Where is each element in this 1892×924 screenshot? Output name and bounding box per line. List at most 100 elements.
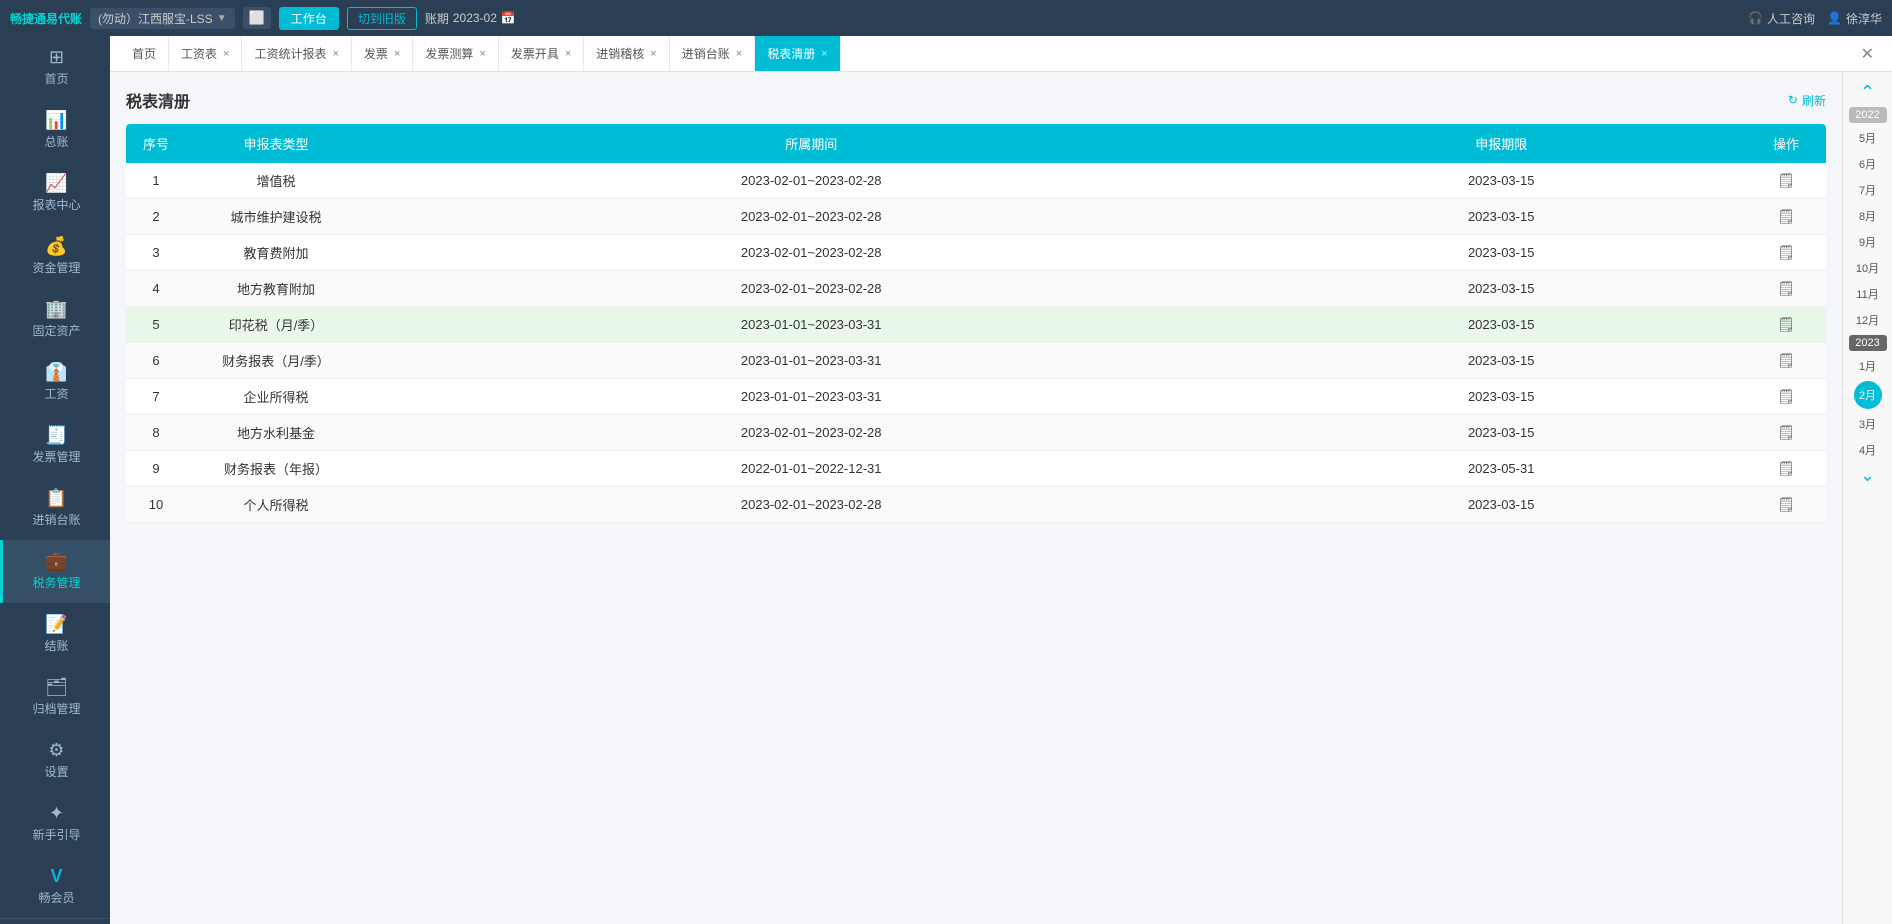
table-row: 3 教育费附加 2023-02-01~2023-02-28 2023-03-15… bbox=[126, 235, 1826, 271]
tab-invoice[interactable]: 发票 × bbox=[352, 36, 413, 72]
month-item-2022-10[interactable]: 10月 bbox=[1849, 256, 1887, 280]
tab-invoice-open-close[interactable]: × bbox=[565, 48, 571, 60]
tab-invoice-calc-close[interactable]: × bbox=[479, 48, 485, 60]
calendar-icon[interactable]: 📅 bbox=[501, 11, 516, 25]
sidebar-item-guide[interactable]: ✦ 新手引导 bbox=[0, 792, 110, 855]
sidebar-item-settle-label: 结账 bbox=[44, 637, 68, 654]
action-view-icon[interactable]: 🗒 bbox=[1777, 496, 1795, 512]
tab-purchase-ledger[interactable]: 进销台账 × bbox=[670, 36, 755, 72]
month-item-2023-2[interactable]: 2月 bbox=[1854, 381, 1882, 409]
right-panel: ⌃ 2022 5月 6月 7月 8月 9月 10月 11月 12月 2023 1… bbox=[1842, 72, 1892, 924]
top-bar-right: 🎧 人工咨询 👤 徐淳华 bbox=[1748, 10, 1882, 27]
cell-type: 增值税 bbox=[186, 163, 366, 199]
month-item-2023-1[interactable]: 1月 bbox=[1849, 354, 1887, 378]
human-consult[interactable]: 🎧 人工咨询 bbox=[1748, 10, 1815, 27]
month-item-2022-8[interactable]: 8月 bbox=[1849, 204, 1887, 228]
action-view-icon[interactable]: 🗒 bbox=[1777, 208, 1795, 224]
sidebar-item-home[interactable]: ⊞ 首页 bbox=[0, 36, 110, 99]
tab-purchase-check[interactable]: 进销稽核 × bbox=[584, 36, 669, 72]
sidebar-item-purchase[interactable]: 📋 进销台账 bbox=[0, 477, 110, 540]
tab-invoice-close[interactable]: × bbox=[394, 48, 400, 60]
tab-purchase-ledger-close[interactable]: × bbox=[736, 48, 742, 60]
month-item-2023-4[interactable]: 4月 bbox=[1849, 438, 1887, 462]
year-2023-label[interactable]: 2023 bbox=[1849, 335, 1887, 351]
sidebar-item-archive-label: 归档管理 bbox=[32, 700, 80, 717]
cell-action: 🗒 bbox=[1746, 379, 1826, 415]
cell-action: 🗒 bbox=[1746, 163, 1826, 199]
sidebar-item-ledger[interactable]: 📊 总账 bbox=[0, 99, 110, 162]
action-view-icon[interactable]: 🗒 bbox=[1777, 244, 1795, 260]
action-view-icon[interactable]: 🗒 bbox=[1777, 388, 1795, 404]
month-item-2022-12[interactable]: 12月 bbox=[1849, 308, 1887, 332]
scroll-down-button[interactable]: ⌄ bbox=[1858, 463, 1877, 488]
sidebar-item-archive[interactable]: 🗂 归档管理 bbox=[0, 666, 110, 729]
sidebar-item-guide-label: 新手引导 bbox=[32, 826, 80, 843]
table-row: 8 地方水利基金 2023-02-01~2023-02-28 2023-03-1… bbox=[126, 415, 1826, 451]
sidebar-item-report[interactable]: 📈 报表中心 bbox=[0, 162, 110, 225]
scroll-up-button[interactable]: ⌃ bbox=[1858, 80, 1877, 105]
sidebar-item-member[interactable]: V 畅会员 bbox=[0, 855, 110, 918]
sidebar: ⊞ 首页 📊 总账 📈 报表中心 💰 资金管理 🏢 固定资产 👔 工资 🧾 发票… bbox=[0, 36, 110, 924]
action-view-icon[interactable]: 🗒 bbox=[1777, 352, 1795, 368]
unpin-button[interactable]: ◁◁ 取消固定 bbox=[0, 918, 110, 924]
company-selector[interactable]: (勿动）江西服宝-LSS ▼ bbox=[90, 8, 235, 29]
action-view-icon[interactable]: 🗒 bbox=[1777, 280, 1795, 296]
table-row: 6 财务报表（月/季） 2023-01-01~2023-03-31 2023-0… bbox=[126, 343, 1826, 379]
month-item-2022-7[interactable]: 7月 bbox=[1849, 178, 1887, 202]
copy-icon-btn[interactable]: ⬜ bbox=[243, 7, 271, 29]
action-view-icon[interactable]: 🗒 bbox=[1777, 424, 1795, 440]
home-icon: ⊞ bbox=[49, 48, 64, 66]
sidebar-item-salary[interactable]: 👔 工资 bbox=[0, 351, 110, 414]
sidebar-item-asset[interactable]: 🏢 固定资产 bbox=[0, 288, 110, 351]
sidebar-item-tax[interactable]: 💼 税务管理 bbox=[0, 540, 110, 603]
tab-salary-report[interactable]: 工资统计报表 × bbox=[242, 36, 351, 72]
tab-salary-report-close[interactable]: × bbox=[332, 48, 338, 60]
sidebar-item-settings[interactable]: ⚙ 设置 bbox=[0, 729, 110, 792]
sidebar-item-fund[interactable]: 💰 资金管理 bbox=[0, 225, 110, 288]
sidebar-item-home-label: 首页 bbox=[44, 70, 68, 87]
table-row: 2 城市维护建设税 2023-02-01~2023-02-28 2023-03-… bbox=[126, 199, 1826, 235]
month-item-2022-11[interactable]: 11月 bbox=[1849, 282, 1887, 306]
cell-action: 🗒 bbox=[1746, 343, 1826, 379]
tab-invoice-open[interactable]: 发票开具 × bbox=[499, 36, 584, 72]
archive-icon: 🗂 bbox=[45, 678, 68, 696]
user-profile[interactable]: 👤 徐淳华 bbox=[1827, 10, 1882, 27]
month-item-2022-5[interactable]: 5月 bbox=[1849, 126, 1887, 150]
tab-home[interactable]: 首页 bbox=[120, 36, 169, 72]
cell-seq: 3 bbox=[126, 235, 186, 271]
tab-tax-register-close[interactable]: × bbox=[821, 48, 827, 60]
month-item-2022-6[interactable]: 6月 bbox=[1849, 152, 1887, 176]
cell-type: 个人所得税 bbox=[186, 487, 366, 523]
sidebar-item-invoice[interactable]: 🧾 发票管理 bbox=[0, 414, 110, 477]
tab-tax-register[interactable]: 税表清册 × bbox=[755, 36, 840, 72]
table-row: 1 增值税 2023-02-01~2023-02-28 2023-03-15 🗒 bbox=[126, 163, 1826, 199]
cell-deadline: 2023-03-15 bbox=[1256, 487, 1746, 523]
tabs-close-all[interactable]: ✕ bbox=[1853, 44, 1882, 64]
action-view-icon[interactable]: 🗒 bbox=[1777, 172, 1795, 188]
cell-type: 财务报表（年报） bbox=[186, 451, 366, 487]
tabs-bar: 首页 工资表 × 工资统计报表 × 发票 × 发票测算 × 发票开具 × bbox=[110, 36, 1892, 72]
tab-purchase-check-close[interactable]: × bbox=[650, 48, 656, 60]
action-view-icon[interactable]: 🗒 bbox=[1777, 460, 1795, 476]
sidebar-item-settle[interactable]: 📝 结账 bbox=[0, 603, 110, 666]
tab-salary-close[interactable]: × bbox=[223, 48, 229, 60]
action-view-icon[interactable]: 🗒 bbox=[1777, 316, 1795, 332]
refresh-button[interactable]: ↻ 刷新 bbox=[1788, 92, 1826, 109]
month-item-2023-3[interactable]: 3月 bbox=[1849, 412, 1887, 436]
workbench-button[interactable]: 工作台 bbox=[279, 7, 339, 30]
sidebar-item-report-label: 报表中心 bbox=[32, 196, 80, 213]
cell-seq: 9 bbox=[126, 451, 186, 487]
year-2022-label[interactable]: 2022 bbox=[1849, 107, 1887, 123]
cell-period: 2023-02-01~2023-02-28 bbox=[366, 415, 1256, 451]
cell-type: 地方水利基金 bbox=[186, 415, 366, 451]
table-row: 4 地方教育附加 2023-02-01~2023-02-28 2023-03-1… bbox=[126, 271, 1826, 307]
cell-action: 🗒 bbox=[1746, 271, 1826, 307]
tab-purchase-check-label: 进销稽核 bbox=[596, 45, 644, 62]
cell-action: 🗒 bbox=[1746, 415, 1826, 451]
ledger-icon: 📊 bbox=[45, 111, 67, 129]
tab-salary[interactable]: 工资表 × bbox=[169, 36, 242, 72]
avatar-icon: 👤 bbox=[1827, 11, 1842, 25]
month-item-2022-9[interactable]: 9月 bbox=[1849, 230, 1887, 254]
switch-old-button[interactable]: 切到旧版 bbox=[347, 7, 417, 30]
tab-invoice-calc[interactable]: 发票测算 × bbox=[413, 36, 498, 72]
